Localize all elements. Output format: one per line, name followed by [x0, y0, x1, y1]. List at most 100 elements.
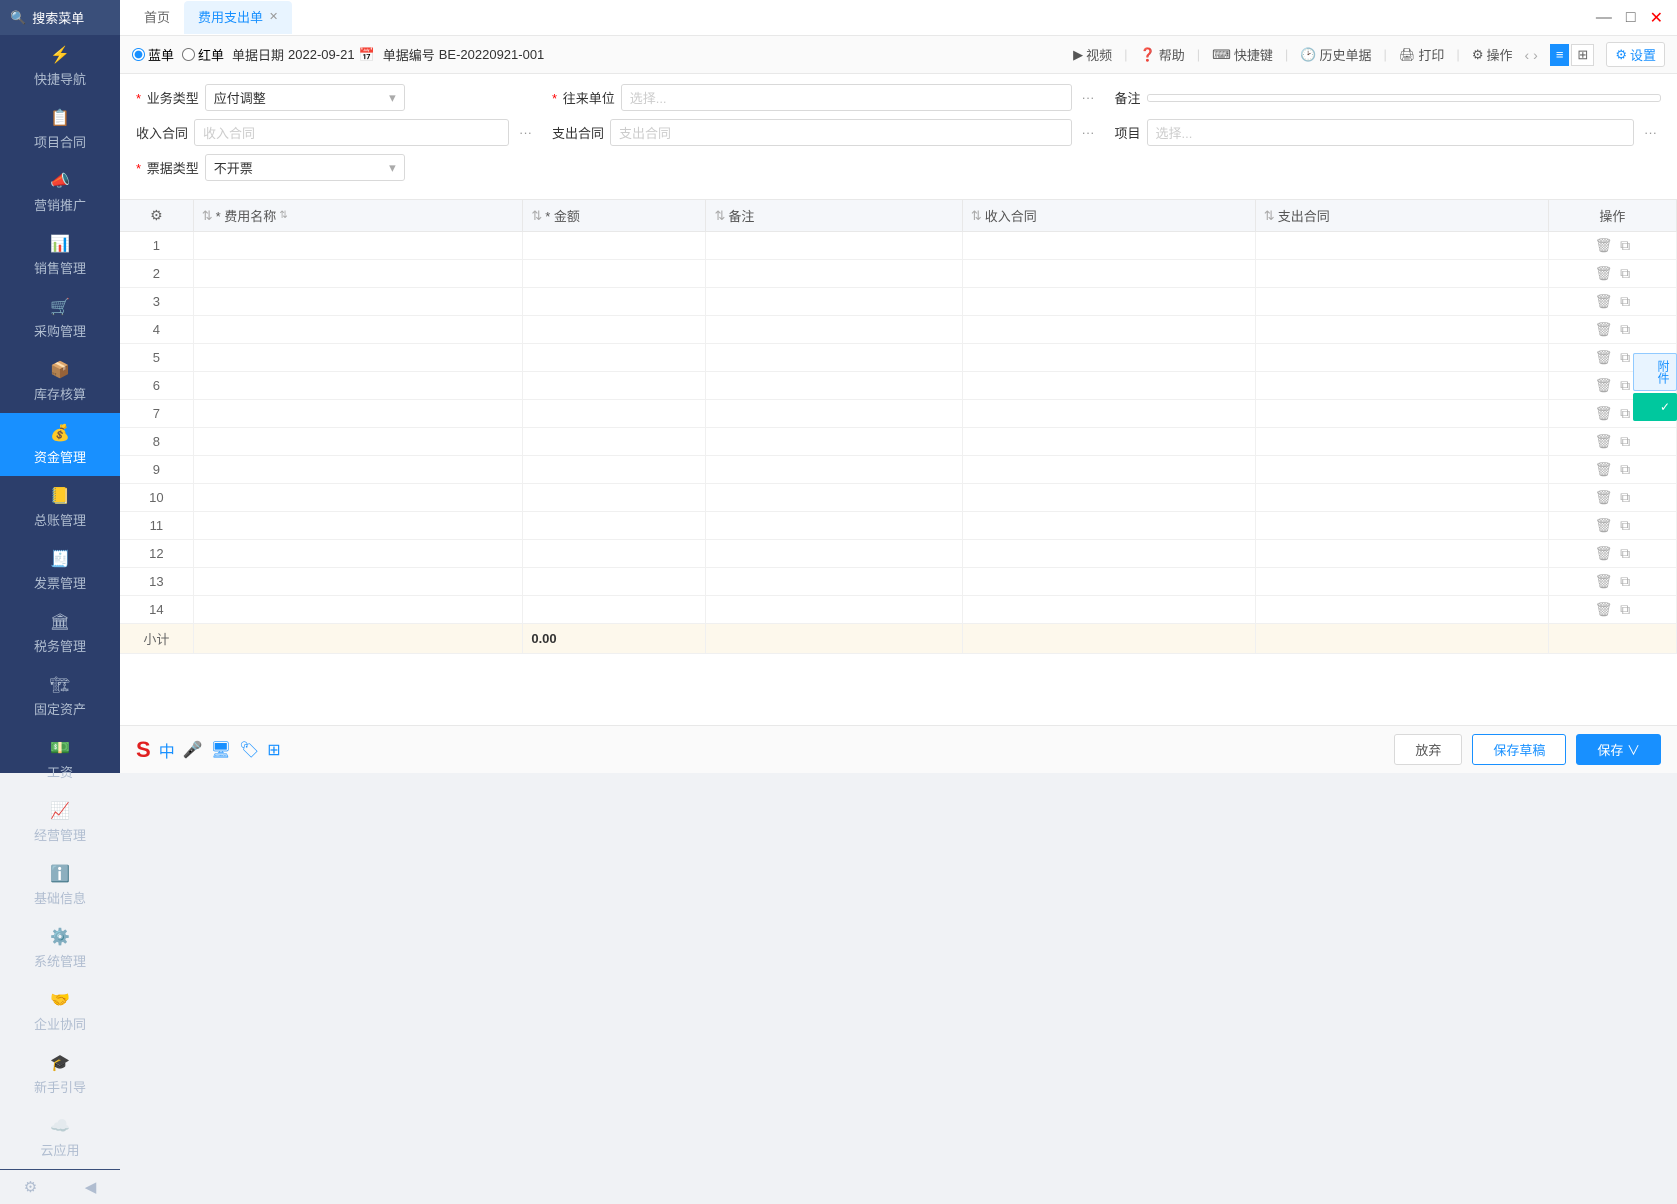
- zhong-icon[interactable]: 中: [159, 738, 175, 762]
- row-expense[interactable]: [1255, 428, 1548, 456]
- row-amount[interactable]: [523, 232, 706, 260]
- sidebar-item-invoice[interactable]: 🧾 发票管理: [0, 539, 120, 602]
- window-close-btn[interactable]: ✕: [1646, 8, 1667, 28]
- row-name[interactable]: [193, 456, 523, 484]
- radio-red[interactable]: [182, 48, 195, 61]
- copy-row-btn[interactable]: ⧉: [1620, 293, 1630, 309]
- partner-input[interactable]: 选择...: [621, 84, 1072, 111]
- expense-contract-dots[interactable]: ···: [1078, 125, 1099, 140]
- row-expense[interactable]: [1255, 540, 1548, 568]
- remark-input[interactable]: [1147, 94, 1661, 102]
- row-name[interactable]: [193, 316, 523, 344]
- th-income[interactable]: ⇅ 收入合同: [962, 200, 1255, 232]
- row-name[interactable]: [193, 232, 523, 260]
- delete-row-btn[interactable]: 🗑: [1595, 405, 1613, 421]
- row-name[interactable]: [193, 484, 523, 512]
- row-expense[interactable]: [1255, 400, 1548, 428]
- row-income[interactable]: [962, 372, 1255, 400]
- copy-row-btn[interactable]: ⧉: [1620, 461, 1630, 477]
- delete-row-btn[interactable]: 🗑: [1595, 321, 1613, 337]
- row-income[interactable]: [962, 428, 1255, 456]
- row-name[interactable]: [193, 372, 523, 400]
- row-remark[interactable]: [706, 372, 962, 400]
- row-remark[interactable]: [706, 344, 962, 372]
- sidebar-item-basic-info[interactable]: ℹ️ 基础信息: [0, 854, 120, 917]
- row-amount[interactable]: [523, 260, 706, 288]
- delete-row-btn[interactable]: 🗑: [1595, 349, 1613, 365]
- sidebar-item-salary[interactable]: 💵 工资: [0, 728, 120, 791]
- copy-row-btn[interactable]: ⧉: [1620, 489, 1630, 505]
- income-contract-dots[interactable]: ···: [515, 125, 536, 140]
- project-input[interactable]: 选择...: [1147, 119, 1634, 146]
- row-remark[interactable]: [706, 512, 962, 540]
- copy-row-btn[interactable]: ⧉: [1620, 321, 1630, 337]
- row-expense[interactable]: [1255, 596, 1548, 624]
- print-btn[interactable]: 🖨 打印: [1399, 45, 1445, 64]
- copy-row-btn[interactable]: ⧉: [1620, 433, 1630, 449]
- th-name[interactable]: ⇅ * 费用名称 ⇅: [193, 200, 523, 232]
- row-amount[interactable]: [523, 372, 706, 400]
- copy-row-btn[interactable]: ⧉: [1620, 573, 1630, 589]
- project-dots[interactable]: ···: [1640, 125, 1661, 140]
- radio-red-label[interactable]: 红单: [182, 45, 224, 64]
- row-income[interactable]: [962, 540, 1255, 568]
- row-expense[interactable]: [1255, 344, 1548, 372]
- history-btn[interactable]: 🕑 历史单据: [1300, 45, 1371, 64]
- copy-row-btn[interactable]: ⧉: [1620, 405, 1630, 421]
- row-remark[interactable]: [706, 316, 962, 344]
- row-income[interactable]: [962, 260, 1255, 288]
- delete-row-btn[interactable]: 🗑: [1595, 237, 1613, 253]
- row-amount[interactable]: [523, 484, 706, 512]
- row-income[interactable]: [962, 568, 1255, 596]
- date-value[interactable]: 2022-09-21: [288, 47, 355, 62]
- speaker-icon[interactable]: ◀: [85, 1178, 97, 1196]
- row-income[interactable]: [962, 232, 1255, 260]
- sidebar-item-ledger[interactable]: 📒 总账管理: [0, 476, 120, 539]
- sidebar-item-fixed-assets[interactable]: 🏗 固定资产: [0, 665, 120, 728]
- row-name[interactable]: [193, 540, 523, 568]
- sidebar-item-system[interactable]: ⚙️ 系统管理: [0, 917, 120, 980]
- draft-btn[interactable]: 保存草稿: [1472, 734, 1566, 765]
- row-expense[interactable]: [1255, 568, 1548, 596]
- row-expense[interactable]: [1255, 288, 1548, 316]
- row-remark[interactable]: [706, 540, 962, 568]
- delete-row-btn[interactable]: 🗑: [1595, 293, 1613, 309]
- attachment-btn[interactable]: 附件: [1633, 353, 1677, 391]
- row-name[interactable]: [193, 344, 523, 372]
- sidebar-item-sales[interactable]: 📊 销售管理: [0, 224, 120, 287]
- row-amount[interactable]: [523, 344, 706, 372]
- copy-row-btn[interactable]: ⧉: [1620, 517, 1630, 533]
- radio-blue[interactable]: [132, 48, 145, 61]
- sidebar-item-project-contract[interactable]: 📋 项目合同: [0, 98, 120, 161]
- copy-row-btn[interactable]: ⧉: [1620, 265, 1630, 281]
- row-expense[interactable]: [1255, 456, 1548, 484]
- delete-row-btn[interactable]: 🗑: [1595, 601, 1613, 617]
- row-amount[interactable]: [523, 288, 706, 316]
- sidebar-item-purchase[interactable]: 🛒 采购管理: [0, 287, 120, 350]
- prev-btn[interactable]: ‹: [1524, 47, 1529, 63]
- sidebar-item-operation[interactable]: 📈 经营管理: [0, 791, 120, 854]
- row-expense[interactable]: [1255, 484, 1548, 512]
- sidebar-item-capital[interactable]: 💰 资金管理: [0, 413, 120, 476]
- shortcut-btn[interactable]: ⌨ 快捷键: [1212, 45, 1273, 64]
- delete-row-btn[interactable]: 🗑: [1595, 545, 1613, 561]
- business-type-select[interactable]: 应付调整 ▾: [205, 84, 405, 111]
- delete-row-btn[interactable]: 🗑: [1595, 265, 1613, 281]
- copy-row-btn[interactable]: ⧉: [1620, 377, 1630, 393]
- video-btn[interactable]: ▶ 视频: [1073, 45, 1112, 64]
- delete-row-btn[interactable]: 🗑: [1595, 377, 1613, 393]
- row-amount[interactable]: [523, 512, 706, 540]
- calendar-icon[interactable]: 📅: [359, 47, 375, 63]
- th-remark[interactable]: ⇅ 备注: [706, 200, 962, 232]
- row-remark[interactable]: [706, 232, 962, 260]
- row-remark[interactable]: [706, 568, 962, 596]
- row-name[interactable]: [193, 568, 523, 596]
- copy-row-btn[interactable]: ⧉: [1620, 349, 1630, 365]
- row-remark[interactable]: [706, 428, 962, 456]
- invoice-type-select[interactable]: 不开票 ▾: [205, 154, 405, 181]
- tab-expense[interactable]: 费用支出单 ✕: [184, 1, 292, 34]
- delete-row-btn[interactable]: 🗑: [1595, 517, 1613, 533]
- th-expense[interactable]: ⇅ 支出合同: [1255, 200, 1548, 232]
- screen-icon[interactable]: 🖥: [211, 740, 231, 760]
- stamp-icon[interactable]: 🏷: [239, 740, 259, 760]
